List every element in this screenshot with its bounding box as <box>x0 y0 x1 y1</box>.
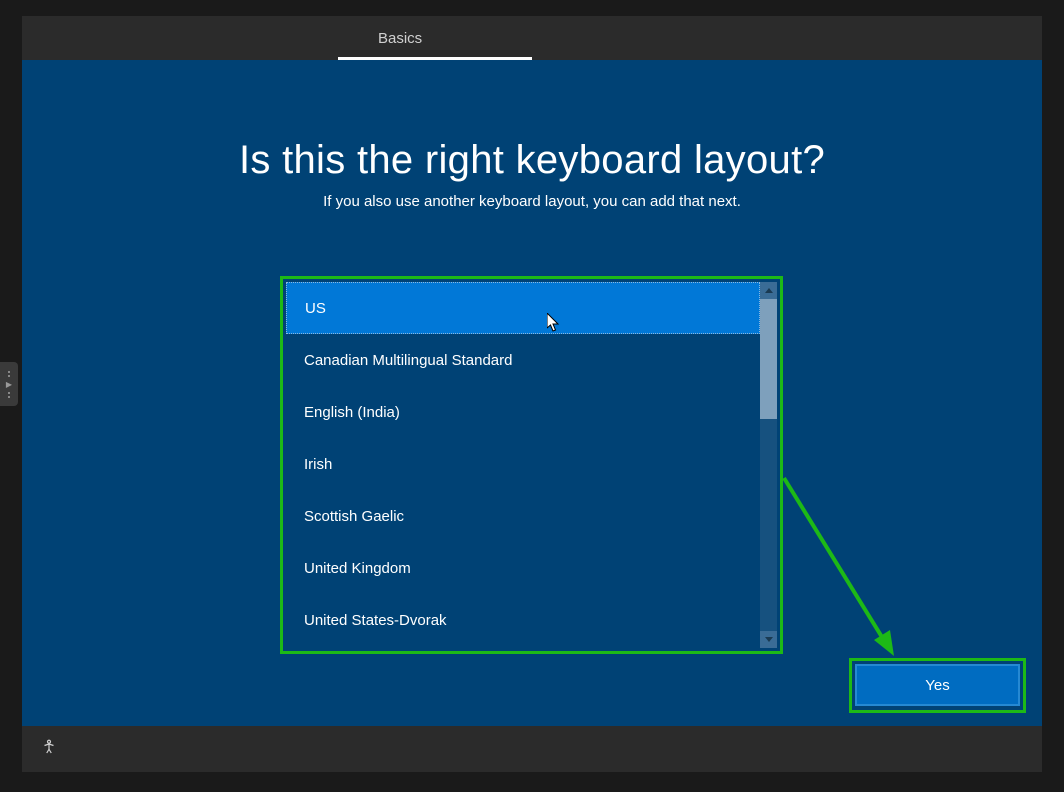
keyboard-layout-item[interactable]: United States-Dvorak <box>286 594 760 646</box>
keyboard-layout-item[interactable]: English (India) <box>286 386 760 438</box>
keyboard-layout-item[interactable]: United Kingdom <box>286 542 760 594</box>
accessibility-icon[interactable] <box>40 738 58 761</box>
scroll-up-button[interactable] <box>760 282 777 299</box>
keyboard-layout-item[interactable]: US <box>286 282 760 334</box>
yes-button[interactable]: Yes <box>855 664 1020 706</box>
page-subheading: If you also use another keyboard layout,… <box>22 193 1042 210</box>
scroll-down-button[interactable] <box>760 631 777 648</box>
list-items-container: US Canadian Multilingual Standard Englis… <box>286 282 760 648</box>
keyboard-layout-item[interactable]: Irish <box>286 438 760 490</box>
keyboard-layout-list: US Canadian Multilingual Standard Englis… <box>286 282 777 648</box>
scroll-thumb[interactable] <box>760 299 777 419</box>
annotation-arrow <box>780 474 910 666</box>
side-panel-toggle[interactable]: ▶ <box>0 362 18 406</box>
keyboard-layout-item[interactable]: Scottish Gaelic <box>286 490 760 542</box>
tab-basics[interactable]: Basics <box>338 18 462 59</box>
page-heading: Is this the right keyboard layout? <box>22 60 1042 183</box>
keyboard-layout-item[interactable]: Canadian Multilingual Standard <box>286 334 760 386</box>
setup-content: Is this the right keyboard layout? If yo… <box>22 60 1042 726</box>
window-frame: Basics Is this the right keyboard layout… <box>22 16 1042 772</box>
list-scrollbar[interactable] <box>760 282 777 648</box>
bottom-toolbar <box>22 726 1042 772</box>
tab-bar: Basics <box>22 16 1042 60</box>
